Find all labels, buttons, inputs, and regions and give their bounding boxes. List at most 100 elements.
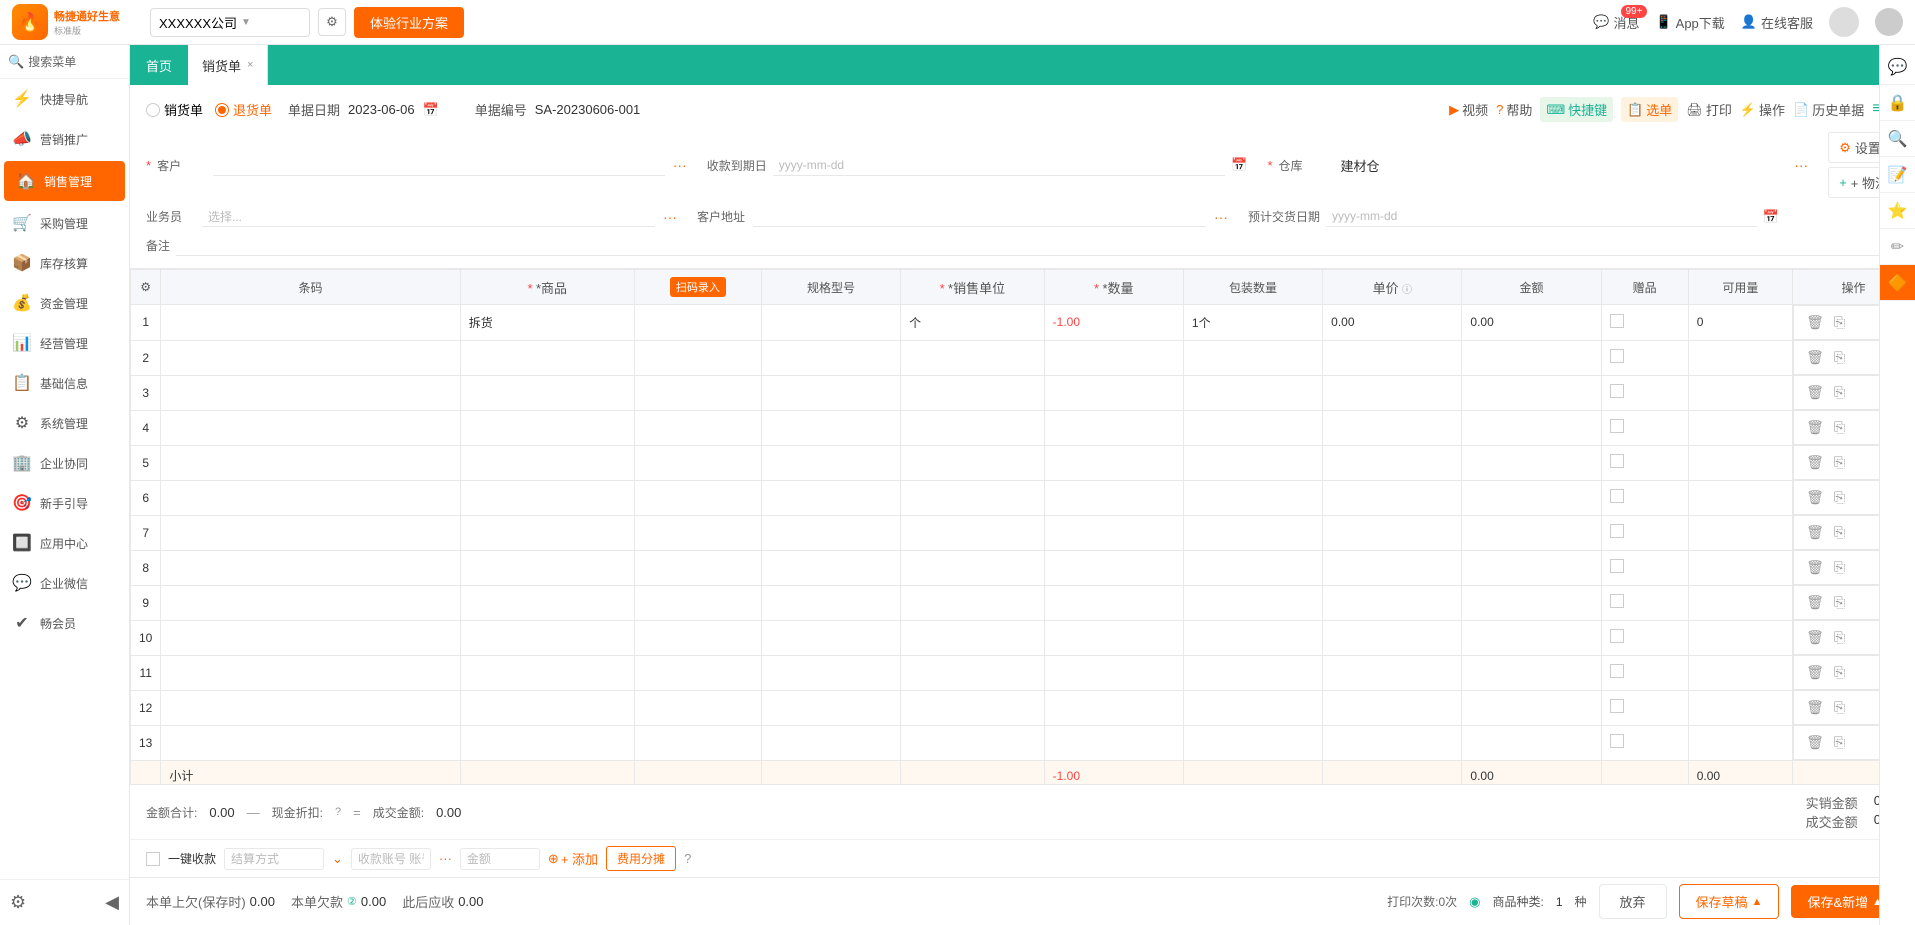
row-gift[interactable]: [1601, 550, 1688, 585]
row-amount[interactable]: [1462, 410, 1601, 445]
row-product[interactable]: [460, 690, 634, 725]
radio-return-order[interactable]: 退货单: [215, 100, 272, 119]
salesman-more-icon[interactable]: ···: [663, 209, 677, 225]
row-quantity[interactable]: [1044, 445, 1183, 480]
row-delete-button[interactable]: 🗑: [1802, 452, 1828, 473]
salesman-input[interactable]: [202, 206, 655, 227]
row-unit-price[interactable]: [1323, 515, 1462, 550]
rp-edit-icon[interactable]: ✏: [1880, 229, 1915, 265]
customer-input[interactable]: [213, 155, 665, 176]
company-selector[interactable]: XXXXXX公司 ▼: [150, 8, 310, 37]
online-support-button[interactable]: 👤 在线客服: [1741, 13, 1813, 32]
rp-orange-icon[interactable]: 🔶: [1880, 265, 1915, 301]
row-amount[interactable]: 0.00: [1462, 305, 1601, 341]
row-delete-button[interactable]: 🗑: [1802, 592, 1828, 613]
row-unit[interactable]: [901, 480, 1045, 515]
row-spec[interactable]: [761, 620, 900, 655]
price-info-icon[interactable]: ⓘ: [1402, 285, 1412, 296]
tab-sales-order[interactable]: 销货单 ×: [188, 45, 268, 85]
row-delete-button[interactable]: 🗑: [1802, 627, 1828, 648]
row-pack-qty[interactable]: [1183, 725, 1322, 761]
row-pack-qty[interactable]: [1183, 690, 1322, 725]
row-gift[interactable]: [1601, 655, 1688, 690]
gift-checkbox[interactable]: [1610, 699, 1624, 713]
address-more-icon[interactable]: ···: [1214, 209, 1228, 225]
sidebar-item-sales[interactable]: 🏠 销售管理: [4, 161, 125, 201]
sidebar-item-base-info[interactable]: 📋 基础信息: [0, 363, 129, 403]
row-product[interactable]: [460, 620, 634, 655]
calendar-icon[interactable]: 📅: [423, 102, 439, 118]
gift-checkbox[interactable]: [1610, 419, 1624, 433]
add-payment-button[interactable]: ⊕ + 添加: [548, 849, 598, 868]
row-product[interactable]: [460, 725, 634, 761]
customer-address-input[interactable]: [753, 206, 1206, 227]
row-unit[interactable]: [901, 445, 1045, 480]
row-amount[interactable]: [1462, 480, 1601, 515]
rp-search-icon[interactable]: 🔍: [1880, 121, 1915, 157]
barcode-input[interactable]: [169, 526, 451, 540]
row-barcode[interactable]: [161, 340, 460, 375]
row-spec[interactable]: [761, 655, 900, 690]
trial-button[interactable]: 体验行业方案: [354, 7, 464, 38]
barcode-input[interactable]: [169, 701, 451, 715]
row-product[interactable]: [460, 480, 634, 515]
row-amount[interactable]: [1462, 690, 1601, 725]
row-amount[interactable]: [1462, 375, 1601, 410]
row-pack-qty[interactable]: [1183, 550, 1322, 585]
action-shortcut[interactable]: ⌨ 快捷键: [1540, 97, 1613, 122]
row-pack-qty[interactable]: [1183, 375, 1322, 410]
payment-date-calendar-icon[interactable]: 📅: [1231, 157, 1247, 173]
payment-method-input[interactable]: [224, 848, 324, 870]
row-barcode[interactable]: [161, 375, 460, 410]
row-copy-button[interactable]: ⎘: [1830, 382, 1849, 403]
barcode-input[interactable]: [169, 631, 451, 645]
row-unit-price[interactable]: [1323, 410, 1462, 445]
row-amount[interactable]: [1462, 340, 1601, 375]
row-product[interactable]: [460, 375, 634, 410]
action-select[interactable]: 📋 选单: [1621, 97, 1678, 122]
sidebar-item-system[interactable]: ⚙ 系统管理: [0, 403, 129, 443]
payment-date-input[interactable]: [773, 155, 1226, 176]
sidebar-item-app-center[interactable]: 🔲 应用中心: [0, 523, 129, 563]
row-copy-button[interactable]: ⎘: [1830, 592, 1849, 613]
row-pack-qty[interactable]: [1183, 480, 1322, 515]
barcode-input[interactable]: [169, 421, 451, 435]
gift-checkbox[interactable]: [1610, 629, 1624, 643]
row-delete-button[interactable]: 🗑: [1802, 487, 1828, 508]
row-delete-button[interactable]: 🗑: [1802, 557, 1828, 578]
account-more-icon[interactable]: ···: [439, 851, 452, 866]
row-pack-qty[interactable]: [1183, 655, 1322, 690]
customer-more-icon[interactable]: ···: [673, 157, 687, 173]
row-spec[interactable]: [761, 480, 900, 515]
user-avatar[interactable]: [1829, 7, 1859, 37]
sidebar-item-purchase[interactable]: 🛒 采购管理: [0, 203, 129, 243]
row-copy-button[interactable]: ⎘: [1830, 697, 1849, 718]
row-unit[interactable]: [901, 620, 1045, 655]
one-click-payment-checkbox[interactable]: [146, 852, 160, 866]
barcode-input[interactable]: [169, 315, 451, 329]
row-amount[interactable]: [1462, 725, 1601, 761]
row-copy-button[interactable]: ⎘: [1830, 487, 1849, 508]
row-unit[interactable]: [901, 725, 1045, 761]
row-unit[interactable]: 个: [901, 305, 1045, 341]
row-quantity[interactable]: [1044, 515, 1183, 550]
settings-gear-button[interactable]: ⚙: [318, 8, 346, 36]
row-unit-price[interactable]: [1323, 690, 1462, 725]
barcode-input[interactable]: [169, 386, 451, 400]
row-delete-button[interactable]: 🗑: [1802, 312, 1828, 333]
row-quantity[interactable]: [1044, 620, 1183, 655]
row-unit-price[interactable]: [1323, 655, 1462, 690]
sidebar-item-enterprise[interactable]: 🏢 企业协同: [0, 443, 129, 483]
row-product[interactable]: 拆货: [460, 305, 634, 341]
row-spec[interactable]: [761, 305, 900, 341]
row-pack-qty[interactable]: [1183, 340, 1322, 375]
row-product[interactable]: [460, 585, 634, 620]
row-unit[interactable]: [901, 515, 1045, 550]
row-unit-price[interactable]: [1323, 445, 1462, 480]
row-product[interactable]: [460, 340, 634, 375]
discard-button[interactable]: 放弃: [1599, 884, 1667, 919]
sidebar-item-quick-nav[interactable]: ⚡ 快捷导航: [0, 79, 129, 119]
row-barcode[interactable]: [161, 725, 460, 761]
row-spec[interactable]: [761, 340, 900, 375]
row-gift[interactable]: [1601, 340, 1688, 375]
